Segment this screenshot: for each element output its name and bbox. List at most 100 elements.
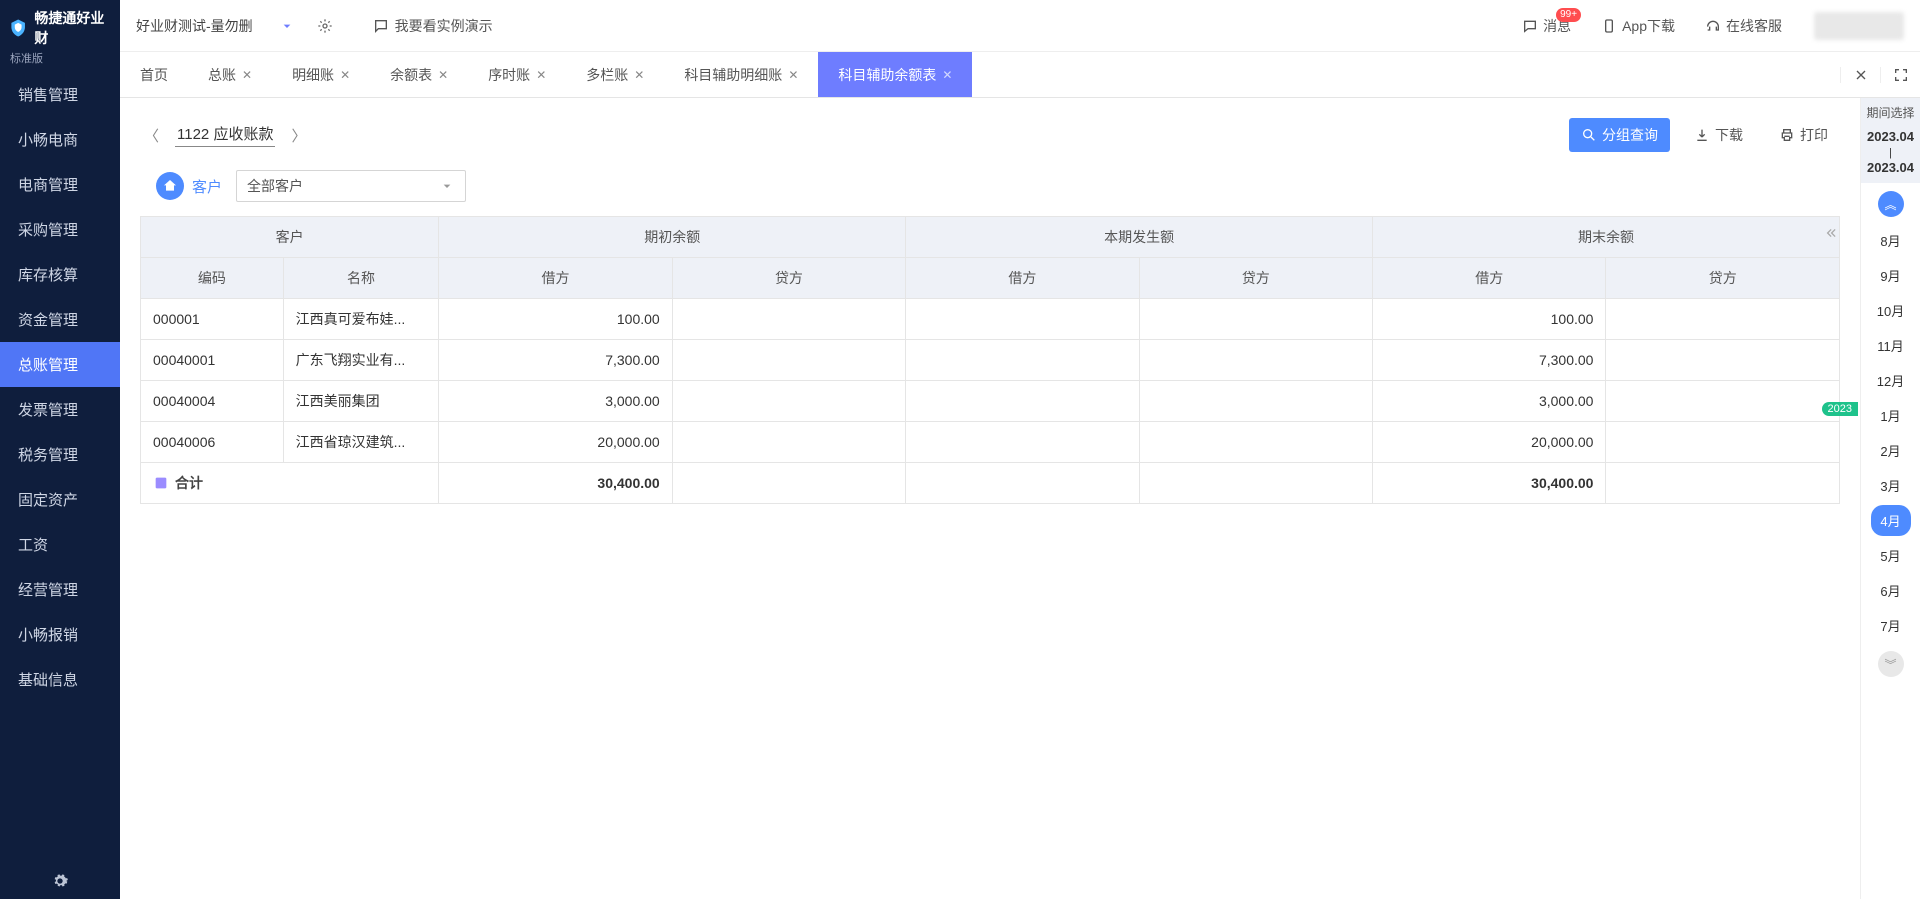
sidebar-item-10[interactable]: 工资 [0,522,120,567]
fullscreen-button[interactable] [1880,67,1920,83]
period-range: 2023.04 | 2023.04 [1861,127,1920,183]
period-month[interactable]: 8月 [1871,225,1911,256]
customer-select[interactable]: 全部客户 [236,170,466,202]
next-subject[interactable]: 〉 [287,123,310,148]
tab-4[interactable]: 序时账 ✕ [468,52,566,97]
demo-label: 我要看实例演示 [395,16,493,36]
close-icon[interactable]: ✕ [942,68,952,82]
tab-0[interactable]: 首页 [120,52,188,97]
subject-code[interactable]: 1122 应收账款 [175,123,275,147]
close-icon[interactable]: ✕ [242,68,252,82]
cell [1606,463,1840,504]
print-label: 打印 [1800,125,1828,145]
cell [1606,299,1840,340]
table-row[interactable]: 00040004江西美丽集团3,000.003,000.00 [141,381,1840,422]
cell: 00040006 [141,422,284,463]
chevron-down-icon [279,18,295,34]
sidebar-item-6[interactable]: 总账管理 [0,342,120,387]
sidebar-item-5[interactable]: 资金管理 [0,297,120,342]
sidebar-item-12[interactable]: 小畅报销 [0,612,120,657]
sidebar-item-11[interactable]: 经营管理 [0,567,120,612]
filter-dimension[interactable]: 客户 [156,172,222,200]
group-query-button[interactable]: 分组查询 [1569,118,1670,152]
close-icon[interactable]: ✕ [634,68,644,82]
sidebar-item-1[interactable]: 小畅电商 [0,117,120,162]
tab-label: 序时账 [488,65,530,85]
workspace-settings[interactable] [317,17,333,34]
support-button[interactable]: 在线客服 [1705,16,1782,36]
sidebar-item-2[interactable]: 电商管理 [0,162,120,207]
close-icon[interactable]: ✕ [340,68,350,82]
period-month[interactable]: 5月 [1871,540,1911,571]
avatar[interactable] [1814,12,1904,40]
close-icon[interactable]: ✕ [438,68,448,82]
year-tag: 2023 [1822,402,1858,416]
app-download-button[interactable]: App下载 [1601,16,1675,36]
sidebar-item-7[interactable]: 发票管理 [0,387,120,432]
cell: 00040001 [141,340,284,381]
period-month[interactable]: 9月 [1871,260,1911,291]
close-icon[interactable]: ✕ [536,68,546,82]
period-month[interactable]: 4月 [1871,505,1911,536]
tab-2[interactable]: 明细账✕ [272,52,370,97]
demo-link[interactable]: 我要看实例演示 [373,16,493,36]
tab-1[interactable]: 总账 ✕ [188,52,272,97]
sidebar-settings[interactable] [0,862,120,899]
table-row[interactable]: 00040001广东飞翔实业有...7,300.007,300.00 [141,340,1840,381]
period-month[interactable]: 12月 [1871,365,1911,396]
period-month[interactable]: 10月 [1871,295,1911,326]
sidebar-item-13[interactable]: 基础信息 [0,657,120,702]
tabbar: 首页总账✕明细账✕余额表✕序时账✕多栏账✕科目辅助明细账✕科目辅助余额表✕ [120,52,1920,98]
period-month[interactable]: 7月 [1871,610,1911,641]
logo-icon [8,17,28,39]
home-icon [162,178,178,194]
period-panel: 期间选择 2023.04 | 2023.04 ︽ 8月9月10月11月12月1月… [1860,98,1920,899]
sidebar-item-8[interactable]: 税务管理 [0,432,120,477]
messages-button[interactable]: 消息 99+ [1522,16,1571,36]
print-button[interactable]: 打印 [1767,118,1840,152]
expand-columns[interactable] [1822,224,1838,241]
close-icon[interactable]: ✕ [788,68,798,82]
tab-label: 余额表 [390,65,432,85]
sidebar-item-3[interactable]: 采购管理 [0,207,120,252]
th-credit: 贷方 [1139,258,1372,299]
group-query-label: 分组查询 [1602,125,1658,145]
period-month[interactable]: 6月 [1871,575,1911,606]
period-month[interactable]: 11月 [1871,330,1911,361]
th-current: 本期发生额 [906,217,1373,258]
cell [1139,340,1372,381]
table-row[interactable]: 00040006江西省琼汉建筑...20,000.0020,000.00 [141,422,1840,463]
cell [1606,381,1840,422]
print-icon [1779,127,1795,143]
period-scroll-up[interactable]: ︽ [1878,191,1904,217]
sidebar-item-9[interactable]: 固定资产 [0,477,120,522]
sidebar-item-0[interactable]: 销售管理 [0,72,120,117]
tab-6[interactable]: 科目辅助明细账✕ [664,52,818,97]
workspace-switch[interactable] [279,17,295,34]
period-scroll-down[interactable]: ︾ [1878,651,1904,677]
tab-label: 总账 [208,65,236,85]
tab-5[interactable]: 多栏账✕ [566,52,664,97]
period-month[interactable]: 2月 [1871,435,1911,466]
cell: 广东飞翔实业有... [283,340,439,381]
table-row[interactable]: 000001江西真可爱布娃...100.00100.00 [141,299,1840,340]
sidebar-item-4[interactable]: 库存核算 [0,252,120,297]
gear-icon [317,18,333,34]
cell [672,463,905,504]
sum-icon [153,475,169,491]
sidebar: 畅捷通好业财 标准版 销售管理小畅电商电商管理采购管理库存核算资金管理总账管理发… [0,0,120,899]
cell [672,422,905,463]
tab-close-all[interactable] [1840,67,1880,83]
download-button[interactable]: 下载 [1682,118,1755,152]
cell [672,340,905,381]
period-month[interactable]: 1月 [1871,400,1911,431]
tab-3[interactable]: 余额表 ✕ [370,52,468,97]
prev-subject[interactable]: 〈 [140,123,163,148]
chevron-down-icon [439,178,455,194]
cell: 00040004 [141,381,284,422]
cell: 江西省琼汉建筑... [283,422,439,463]
cell: 30,400.00 [439,463,672,504]
tab-7[interactable]: 科目辅助余额表✕ [818,52,972,97]
period-month[interactable]: 3月 [1871,470,1911,501]
gear-icon [52,873,68,889]
